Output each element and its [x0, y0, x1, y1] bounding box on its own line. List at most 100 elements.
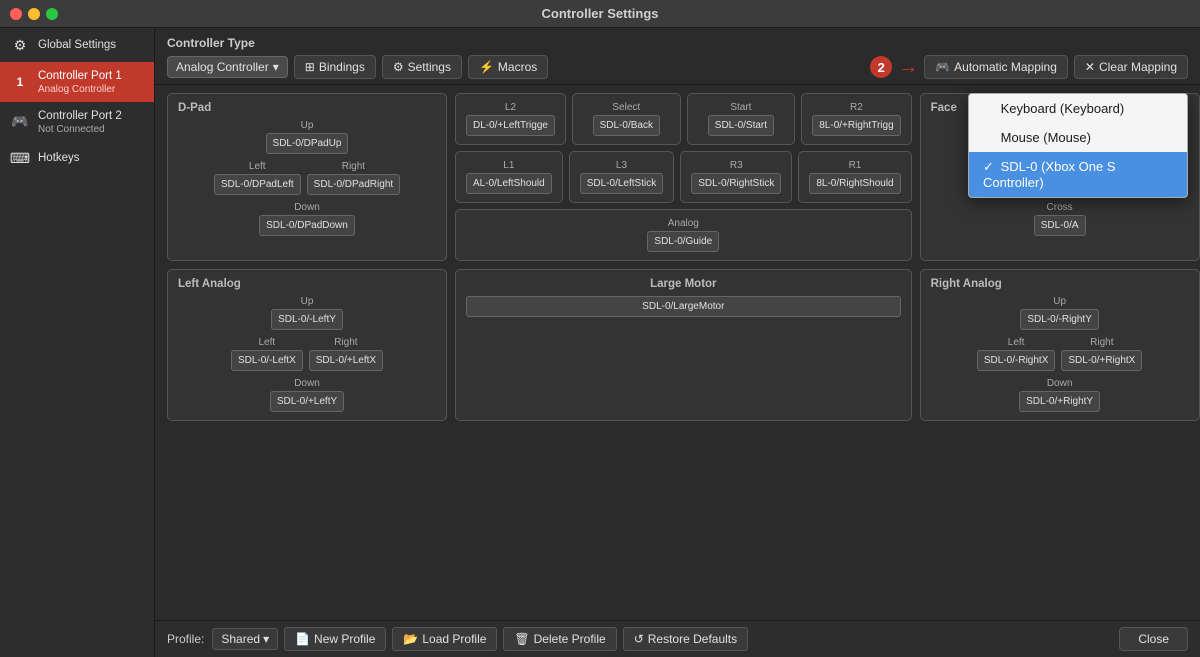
sidebar-item-port2[interactable]: 🎮 Controller Port 2 Not Connected — [0, 102, 154, 142]
maximize-window-btn[interactable] — [46, 8, 58, 20]
macros-label: Macros — [498, 60, 537, 74]
start-btn[interactable]: SDL-0/Start — [708, 115, 774, 136]
dpad-right-btn[interactable]: SDL-0/DPadRight — [307, 174, 400, 195]
new-profile-icon: 📄 — [295, 632, 310, 646]
la-left-group: Left SDL-0/-LeftX — [231, 337, 303, 371]
sidebar: ⚙ Global Settings 1 Controller Port 1 An… — [0, 28, 155, 657]
restore-defaults-button[interactable]: ↺ Restore Defaults — [623, 627, 748, 651]
window-title: Controller Settings — [541, 6, 658, 21]
step1-badge: 1 — [10, 72, 30, 92]
close-window-btn[interactable] — [10, 8, 22, 20]
r1-btn[interactable]: 8L-0/RightShould — [809, 173, 900, 194]
analog-btn[interactable]: SDL-0/Guide — [647, 231, 719, 252]
restore-icon: ↺ — [634, 632, 644, 646]
auto-mapping-button[interactable]: 🎮 Automatic Mapping — [924, 55, 1068, 79]
controller-type-select[interactable]: Analog Controller ▾ — [167, 56, 288, 78]
cross-group: Cross SDL-0/A — [1034, 202, 1086, 236]
large-motor-btn[interactable]: SDL-0/LargeMotor — [466, 296, 901, 317]
macros-tab[interactable]: ⚡ Macros — [468, 55, 548, 79]
ra-up-btn[interactable]: SDL-0/-RightY — [1020, 309, 1098, 330]
l2-section: L2 DL-0/+LeftTrigge — [455, 93, 566, 145]
new-profile-button[interactable]: 📄 New Profile — [284, 627, 386, 651]
dpad-left-label: Left — [249, 161, 266, 172]
start-section: Start SDL-0/Start — [687, 93, 796, 145]
r2-section: R2 8L-0/+RightTrigg — [801, 93, 911, 145]
cross-label: Cross — [1047, 202, 1073, 213]
l3-btn[interactable]: SDL-0/LeftStick — [580, 173, 663, 194]
dpad-up-label: Up — [301, 120, 314, 131]
ra-up-label: Up — [1053, 296, 1066, 307]
dpad-down-btn[interactable]: SDL-0/DPadDown — [259, 215, 355, 236]
dropdown-item-keyboard[interactable]: Keyboard (Keyboard) — [969, 94, 1187, 123]
sidebar-item-global[interactable]: ⚙ Global Settings — [0, 28, 154, 62]
ra-right-group: Right SDL-0/+RightX — [1061, 337, 1142, 371]
sidebar-label-port2: Controller Port 2 — [38, 109, 122, 124]
r3-btn[interactable]: SDL-0/RightStick — [691, 173, 781, 194]
dropdown-label-mouse: Mouse (Mouse) — [1001, 130, 1091, 145]
dropdown-item-mouse[interactable]: Mouse (Mouse) — [969, 123, 1187, 152]
shoulders-row: L1 AL-0/LeftShould L3 SDL-0/LeftStick R3… — [455, 151, 912, 203]
load-profile-label: Load Profile — [422, 632, 486, 646]
ra-down-btn[interactable]: SDL-0/+RightY — [1019, 391, 1100, 412]
bindings-tab[interactable]: ⊞ Bindings — [294, 55, 376, 79]
analog-label: Analog — [466, 218, 901, 229]
delete-profile-button[interactable]: 🗑 Delete Profile — [503, 627, 616, 651]
ra-lr-row: Left SDL-0/-RightX Right SDL-0/+RightX — [977, 337, 1142, 371]
load-profile-button[interactable]: 📂 Load Profile — [392, 627, 497, 651]
window-controls — [10, 8, 58, 20]
dpad-down-label: Down — [294, 202, 320, 213]
ra-up-group: Up SDL-0/-RightY — [1020, 296, 1098, 330]
sidebar-item-hotkeys[interactable]: ⌨ Hotkeys — [0, 142, 154, 176]
r2-btn[interactable]: 8L-0/+RightTrigg — [812, 115, 900, 136]
ra-left-btn[interactable]: SDL-0/-RightX — [977, 350, 1055, 371]
la-left-label: Left — [259, 337, 276, 348]
bindings-label: Bindings — [319, 60, 365, 74]
la-down-btn[interactable]: SDL-0/+LeftY — [270, 391, 344, 412]
dpad-left-btn[interactable]: SDL-0/DPadLeft — [214, 174, 301, 195]
ra-down-group: Down SDL-0/+RightY — [1019, 378, 1100, 412]
settings-tab[interactable]: ⚙ Settings — [382, 55, 462, 79]
ra-right-label: Right — [1090, 337, 1113, 348]
sidebar-item-port1[interactable]: 1 Controller Port 1 Analog Controller — [0, 62, 154, 102]
profile-label: Profile: — [167, 632, 204, 646]
clear-mapping-icon: ✕ — [1085, 60, 1095, 74]
la-up-btn[interactable]: SDL-0/-LeftY — [271, 309, 343, 330]
dpad-up-btn[interactable]: SDL-0/DPadUp — [266, 133, 349, 154]
controller-type-label: Controller Type — [155, 28, 1200, 50]
sidebar-label-hotkeys: Hotkeys — [38, 151, 80, 166]
analog-center-section: Analog SDL-0/Guide — [455, 209, 912, 261]
right-analog-title: Right Analog — [931, 278, 1189, 290]
la-down-label: Down — [294, 378, 320, 389]
clear-mapping-label: Clear Mapping — [1099, 60, 1177, 74]
ra-right-btn[interactable]: SDL-0/+RightX — [1061, 350, 1142, 371]
cross-btn[interactable]: SDL-0/A — [1034, 215, 1086, 236]
right-analog-section: Right Analog Up SDL-0/-RightY Left SDL-0… — [920, 269, 1200, 421]
la-right-group: Right SDL-0/+LeftX — [309, 337, 383, 371]
r3-section: R3 SDL-0/RightStick — [680, 151, 792, 203]
close-button[interactable]: Close — [1119, 627, 1188, 651]
la-up-group: Up SDL-0/-LeftY — [271, 296, 343, 330]
auto-mapping-icon: 🎮 — [935, 60, 950, 74]
delete-profile-label: Delete Profile — [534, 632, 606, 646]
select-btn[interactable]: SDL-0/Back — [593, 115, 660, 136]
select-label: Select — [612, 102, 640, 113]
la-right-btn[interactable]: SDL-0/+LeftX — [309, 350, 383, 371]
dropdown-label-sdl: SDL-0 (Xbox One S Controller) — [983, 159, 1116, 190]
profile-select[interactable]: Shared ▾ — [212, 628, 278, 650]
large-motor-section: Large Motor SDL-0/LargeMotor — [455, 269, 912, 421]
l2-btn[interactable]: DL-0/+LeftTrigge — [466, 115, 555, 136]
minimize-window-btn[interactable] — [28, 8, 40, 20]
dropdown-item-sdl[interactable]: ✓ SDL-0 (Xbox One S Controller) — [969, 152, 1187, 197]
r1-label: R1 — [849, 160, 862, 171]
l1-label: L1 — [503, 160, 514, 171]
profile-chevron-icon: ▾ — [263, 632, 269, 646]
settings-label: Settings — [408, 60, 451, 74]
l1-btn[interactable]: AL-0/LeftShould — [466, 173, 552, 194]
triggers-row: L2 DL-0/+LeftTrigge Select SDL-0/Back St… — [455, 93, 912, 145]
dpad-right-label: Right — [342, 161, 365, 172]
la-left-btn[interactable]: SDL-0/-LeftX — [231, 350, 303, 371]
dpad-lr-row: Left SDL-0/DPadLeft Right SDL-0/DPadRigh… — [214, 161, 400, 195]
clear-mapping-button[interactable]: ✕ Clear Mapping — [1074, 55, 1188, 79]
keyboard-icon: ⌨ — [10, 149, 30, 169]
shared-label: Shared — [221, 632, 260, 646]
